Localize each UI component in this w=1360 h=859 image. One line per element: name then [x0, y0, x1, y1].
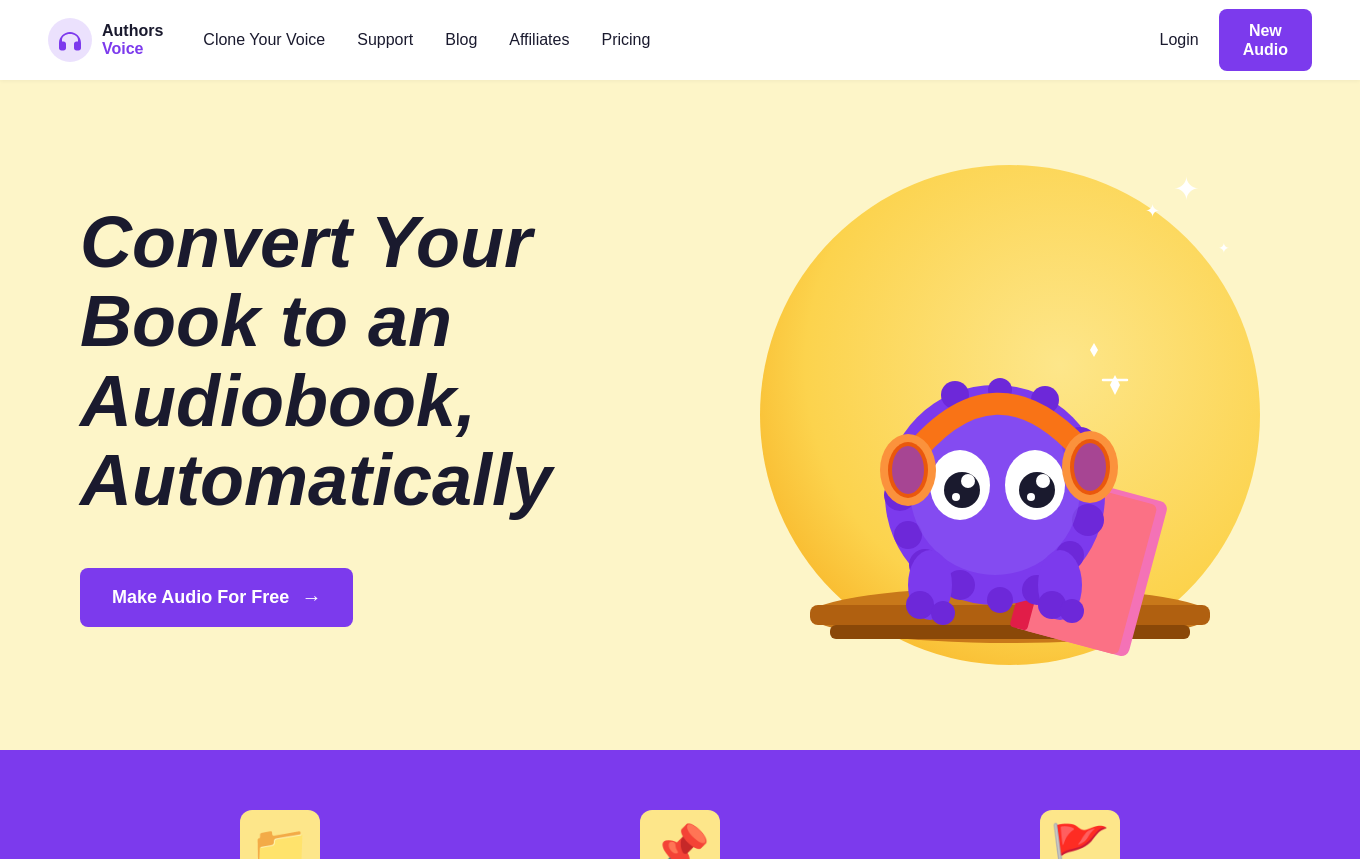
flag-red-icon-box: 📌 [640, 810, 720, 859]
hero-section: Convert Your Book to an Audiobook, Autom… [0, 80, 1360, 750]
hero-title-line3: Audiobook, [80, 361, 476, 441]
cta-label: Make Audio For Free [112, 587, 289, 608]
svg-point-36 [1074, 443, 1106, 491]
svg-point-28 [1036, 474, 1050, 488]
strip-item-3: 🚩 [1040, 810, 1120, 859]
cta-arrow-icon: → [301, 586, 321, 609]
logo-line1: Authors [102, 22, 163, 40]
cta-button[interactable]: Make Audio For Free → [80, 568, 353, 627]
sparkle-icon-3: ✦ [1218, 240, 1230, 256]
folder-icon: 📁 [250, 822, 310, 859]
logo-text: Authors Voice [102, 22, 163, 59]
svg-point-29 [952, 493, 960, 501]
flag-country-icon: 🚩 [1050, 822, 1110, 859]
svg-point-27 [961, 474, 975, 488]
sparkle-icon-2: ✦ [1145, 200, 1160, 222]
svg-point-0 [48, 18, 92, 62]
folder-icon-box: 📁 [240, 810, 320, 859]
hero-content: Convert Your Book to an Audiobook, Autom… [80, 203, 740, 627]
svg-rect-3 [830, 625, 1190, 639]
hero-title: Convert Your Book to an Audiobook, Autom… [80, 203, 740, 520]
strip-item-2: 📌 [640, 810, 720, 859]
nav-left: Authors Voice Clone Your Voice Support B… [48, 18, 650, 62]
navbar: Authors Voice Clone Your Voice Support B… [0, 0, 1360, 80]
hero-illustration: ✦ ✦ ✦ [740, 140, 1280, 690]
svg-point-40 [931, 601, 955, 625]
nav-blog[interactable]: Blog [445, 31, 477, 48]
logo[interactable]: Authors Voice [48, 18, 163, 62]
features-strip: 📁 📌 🚩 [0, 750, 1360, 859]
login-button[interactable]: Login [1160, 31, 1199, 49]
logo-icon [48, 18, 92, 62]
new-audio-label: NewAudio [1243, 22, 1288, 58]
svg-point-42 [1060, 599, 1084, 623]
nav-clone-your-voice[interactable]: Clone Your Voice [203, 31, 325, 48]
svg-point-39 [906, 591, 934, 619]
hero-title-line4: Automatically [80, 440, 552, 520]
svg-point-35 [892, 446, 924, 494]
nav-links: Clone Your Voice Support Blog Affiliates… [203, 31, 650, 49]
flag-country-icon-box: 🚩 [1040, 810, 1120, 859]
svg-point-20 [987, 587, 1013, 613]
hero-title-line1: Convert Your [80, 202, 532, 282]
logo-line2: Voice [102, 40, 163, 58]
strip-item-1: 📁 [240, 810, 320, 859]
new-audio-button[interactable]: NewAudio [1219, 9, 1312, 71]
nav-support[interactable]: Support [357, 31, 413, 48]
sparkle-icon-1: ✦ [1173, 170, 1200, 208]
hero-title-line2: Book to an [80, 281, 452, 361]
creature-svg [800, 185, 1220, 665]
nav-right: Login NewAudio [1160, 9, 1312, 71]
creature-illustration [800, 185, 1220, 645]
flag-red-icon: 📌 [650, 822, 710, 859]
svg-point-30 [1027, 493, 1035, 501]
nav-pricing[interactable]: Pricing [601, 31, 650, 48]
nav-affiliates[interactable]: Affiliates [509, 31, 569, 48]
